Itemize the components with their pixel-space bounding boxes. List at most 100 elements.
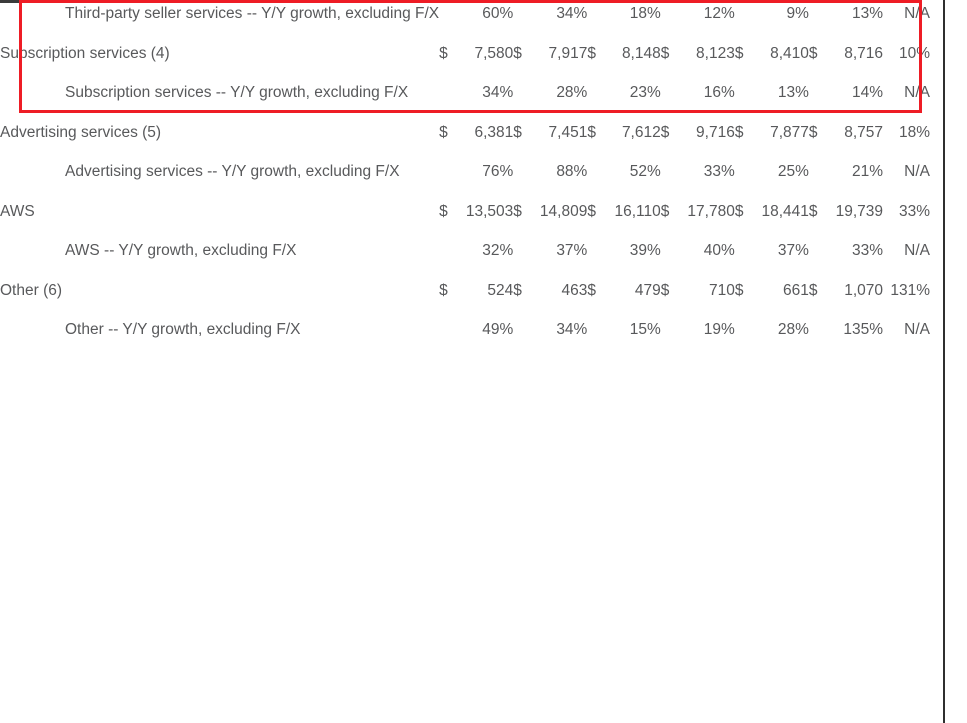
currency-symbol: $ <box>513 202 522 220</box>
currency-symbol: $ <box>808 202 818 220</box>
currency-symbol <box>809 147 823 187</box>
cell-value: 18% <box>629 5 661 22</box>
cell-value: 40% <box>703 242 735 259</box>
currency-symbol: $ <box>808 123 818 141</box>
currency-symbol <box>661 305 675 345</box>
currency-symbol <box>439 147 453 187</box>
currency-symbol <box>661 147 675 187</box>
cell-value: 28% <box>556 84 588 101</box>
currency-symbol: $ <box>808 281 818 299</box>
currency-symbol: $ <box>587 281 596 299</box>
cell-value: 14% <box>851 84 884 101</box>
currency-symbol: $ <box>660 281 670 299</box>
currency-symbol <box>735 305 749 345</box>
cell-value: 463 <box>561 281 588 299</box>
currency-symbol <box>513 226 527 266</box>
cell-value: 8,148 <box>621 44 661 62</box>
currency-symbol <box>439 305 453 345</box>
cell-value: 710 <box>708 281 735 299</box>
row-label: AWS -- Y/Y growth, excluding F/X <box>65 242 297 259</box>
page-right-border <box>943 0 945 723</box>
table-row: AWS $13,503 $14,809 $16,110 $17,780 $18,441 $1… <box>0 187 930 227</box>
currency-symbol: $ <box>513 123 522 141</box>
currency-symbol: $ <box>439 202 448 220</box>
cell-value: 16% <box>703 84 735 101</box>
currency-symbol <box>513 68 527 108</box>
cell-value: 8,123 <box>696 44 735 62</box>
cell-value: 76% <box>482 163 514 180</box>
currency-symbol <box>439 226 453 266</box>
row-label: Advertising services -- Y/Y growth, excl… <box>65 163 400 180</box>
cell-value: 13% <box>777 84 809 101</box>
cell-value: 33% <box>703 163 735 180</box>
row-label: Subscription services (4) <box>0 44 170 62</box>
currency-symbol: $ <box>660 202 670 220</box>
currency-symbol <box>661 226 675 266</box>
cell-value: 19,739 <box>835 202 884 220</box>
cell-value: 49% <box>482 321 514 338</box>
currency-symbol <box>513 305 527 345</box>
yoy-growth-cell: N/A <box>904 84 930 101</box>
row-label: Other (6) <box>0 281 63 299</box>
cell-value: 6,381 <box>474 123 514 141</box>
currency-symbol: $ <box>439 281 448 299</box>
currency-symbol <box>587 68 601 108</box>
table-row: Third-party seller services -- Y/Y growt… <box>0 0 930 29</box>
cell-value: 19% <box>703 321 735 338</box>
currency-symbol: $ <box>734 123 744 141</box>
cell-value: 60% <box>482 5 514 22</box>
currency-symbol: $ <box>734 281 744 299</box>
cell-value: 37% <box>556 242 588 259</box>
financial-results-table: Third-party seller services -- Y/Y growt… <box>0 0 930 345</box>
cell-value: 52% <box>629 163 661 180</box>
currency-symbol <box>735 226 749 266</box>
yoy-growth-cell: 131% <box>890 281 930 299</box>
row-label: AWS <box>0 202 35 220</box>
yoy-growth-cell: N/A <box>904 163 930 180</box>
currency-symbol <box>587 226 601 266</box>
cell-value: 16,110 <box>614 202 661 220</box>
cell-value: 34% <box>482 84 514 101</box>
cell-value: 524 <box>487 281 514 299</box>
currency-symbol: $ <box>439 123 448 141</box>
currency-symbol: $ <box>587 202 596 220</box>
cell-value: 7,877 <box>770 123 809 141</box>
cell-value: 18,441 <box>761 202 809 220</box>
currency-symbol: $ <box>660 123 670 141</box>
yoy-growth-cell: 18% <box>898 123 930 141</box>
yoy-growth-cell: N/A <box>904 242 930 259</box>
cell-value: 21% <box>851 163 884 180</box>
currency-symbol <box>735 147 749 187</box>
currency-symbol <box>661 0 675 29</box>
currency-symbol: $ <box>587 123 596 141</box>
cell-value: 23% <box>629 84 661 101</box>
table-row: Subscription services (4) $7,580 $7,917 $8,… <box>0 29 930 69</box>
currency-symbol: $ <box>734 44 744 62</box>
currency-symbol <box>587 147 601 187</box>
cell-value: 135% <box>843 321 884 338</box>
currency-symbol <box>513 0 527 29</box>
currency-symbol <box>513 147 527 187</box>
cell-value: 15% <box>629 321 661 338</box>
table-row: AWS -- Y/Y growth, excluding F/X 32% 37% 39… <box>0 226 930 266</box>
currency-symbol <box>587 0 601 29</box>
cell-value: 37% <box>777 242 809 259</box>
currency-symbol <box>661 68 675 108</box>
yoy-growth-cell: 10% <box>898 44 930 62</box>
currency-symbol <box>809 0 823 29</box>
cell-value: 7,917 <box>548 44 588 62</box>
row-label: Advertising services (5) <box>0 123 162 141</box>
cell-value: 8,757 <box>844 123 884 141</box>
table-row: Subscription services -- Y/Y growth, exc… <box>0 68 930 108</box>
cell-value: 12% <box>703 5 735 22</box>
yoy-growth-cell: N/A <box>904 321 930 338</box>
row-label: Third-party seller services -- Y/Y growt… <box>65 5 440 22</box>
table-row: Advertising services -- Y/Y growth, excl… <box>0 147 930 187</box>
currency-symbol <box>439 0 453 29</box>
currency-symbol <box>809 226 823 266</box>
cell-value: 7,451 <box>548 123 588 141</box>
currency-symbol: $ <box>513 44 522 62</box>
cell-value: 1,070 <box>844 281 884 299</box>
currency-symbol: $ <box>808 44 818 62</box>
currency-symbol: $ <box>734 202 744 220</box>
